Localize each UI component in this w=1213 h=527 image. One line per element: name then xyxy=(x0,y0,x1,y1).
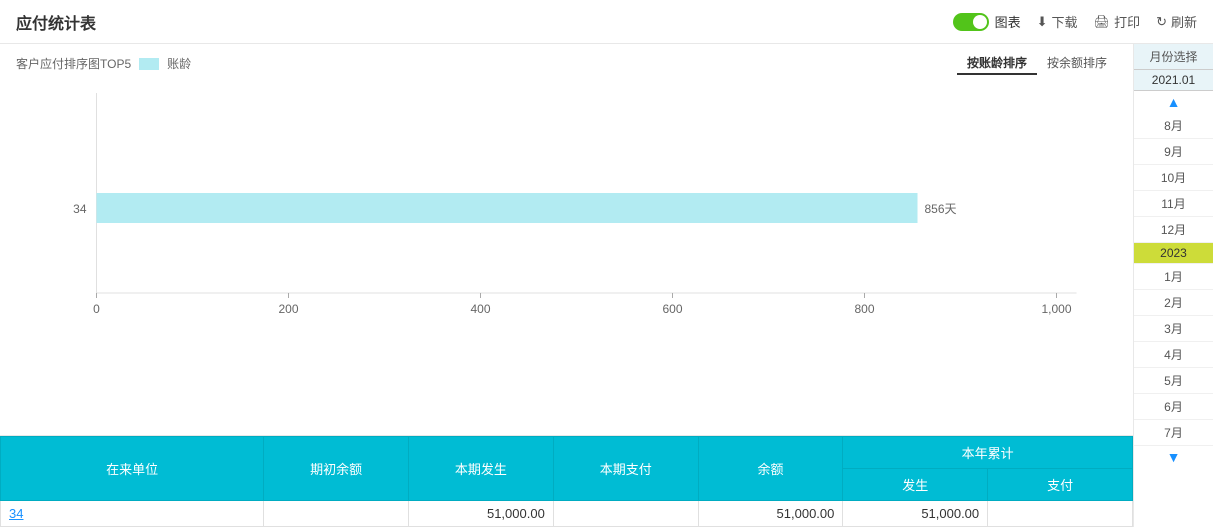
refresh-icon: ↻ xyxy=(1156,14,1167,30)
sidebar-month-3[interactable]: 3月 xyxy=(1134,316,1213,342)
refresh-label: 刷新 xyxy=(1171,12,1197,31)
col-current-occurrence: 本期发生 xyxy=(409,437,554,501)
chart-area: 0 200 400 600 800 1,000 34 856天 xyxy=(0,83,1133,435)
sort-buttons: 按账龄排序 按余额排序 xyxy=(957,52,1117,75)
sidebar-month-2[interactable]: 2月 xyxy=(1134,290,1213,316)
sidebar-month-8[interactable]: 8月 xyxy=(1134,113,1213,139)
svg-text:800: 800 xyxy=(854,302,874,316)
download-icon: ⬇ xyxy=(1037,14,1048,30)
chart-toggle-label: 图表 xyxy=(995,12,1021,31)
table-area: 在来单位 期初余额 本期发生 本期支付 余额 本年累计 发生 支付 xyxy=(0,435,1133,527)
sidebar-month-9[interactable]: 9月 xyxy=(1134,139,1213,165)
page-wrapper: 应付统计表 图表 ⬇ 下载 🖨 打印 ↻ 刷新 xyxy=(0,0,1213,527)
cell-unit[interactable]: 34 xyxy=(1,501,264,527)
print-icon: 🖨 xyxy=(1094,14,1111,30)
print-label: 打印 xyxy=(1114,12,1140,31)
sidebar-month-10[interactable]: 10月 xyxy=(1134,165,1213,191)
page-title: 应付统计表 xyxy=(16,10,96,34)
sort-by-amount-btn[interactable]: 按余额排序 xyxy=(1037,52,1117,75)
sidebar: 月份选择 2021.01 ▲ 8月 9月 10月 11月 12月 2023 1月… xyxy=(1133,44,1213,527)
cell-current-occurrence: 51,000.00 xyxy=(409,501,554,527)
chart-toggle-wrap: 图表 xyxy=(953,12,1021,31)
header: 应付统计表 图表 ⬇ 下载 🖨 打印 ↻ 刷新 xyxy=(0,0,1213,44)
svg-text:600: 600 xyxy=(662,302,682,316)
cell-balance: 51,000.00 xyxy=(698,501,843,527)
table-row: 34 51,000.00 51,000.00 51,000.00 xyxy=(1,501,1133,527)
col-ytd-occurrence: 发生 xyxy=(843,469,988,501)
table-header-row-1: 在来单位 期初余额 本期发生 本期支付 余额 本年累计 xyxy=(1,437,1133,469)
stats-table: 在来单位 期初余额 本期发生 本期支付 余额 本年累计 发生 支付 xyxy=(0,436,1133,527)
header-actions: 图表 ⬇ 下载 🖨 打印 ↻ 刷新 xyxy=(953,12,1197,31)
sidebar-month-1[interactable]: 1月 xyxy=(1134,264,1213,290)
sidebar-down-btn[interactable]: ▼ xyxy=(1134,446,1213,468)
download-label: 下载 xyxy=(1052,12,1078,31)
chart-legend: 客户应付排序图TOP5 账龄 xyxy=(16,55,191,72)
sidebar-header: 月份选择 xyxy=(1134,44,1213,70)
sidebar-month-5[interactable]: 5月 xyxy=(1134,368,1213,394)
sidebar-month-6[interactable]: 6月 xyxy=(1134,394,1213,420)
sidebar-year-label: 2023 xyxy=(1134,243,1213,264)
svg-text:34: 34 xyxy=(73,202,87,216)
legend-box-label: 账龄 xyxy=(167,55,191,72)
sidebar-month-4[interactable]: 4月 xyxy=(1134,342,1213,368)
sidebar-year-input[interactable]: 2021.01 xyxy=(1134,70,1213,91)
legend-box xyxy=(139,58,159,70)
col-ytd-payment: 支付 xyxy=(988,469,1133,501)
col-balance: 余额 xyxy=(698,437,843,501)
legend-text: 客户应付排序图TOP5 xyxy=(16,55,131,72)
main-area: 客户应付排序图TOP5 账龄 按账龄排序 按余额排序 xyxy=(0,44,1213,527)
sidebar-month-7[interactable]: 7月 xyxy=(1134,420,1213,446)
svg-text:200: 200 xyxy=(278,302,298,316)
chart-container: 客户应付排序图TOP5 账龄 按账龄排序 按余额排序 xyxy=(0,44,1133,527)
svg-text:1,000: 1,000 xyxy=(1041,302,1071,316)
col-ytd: 本年累计 xyxy=(843,437,1133,469)
sidebar-up-btn[interactable]: ▲ xyxy=(1134,91,1213,113)
chart-toggle[interactable] xyxy=(953,13,989,31)
cell-opening xyxy=(264,501,409,527)
sidebar-month-12[interactable]: 12月 xyxy=(1134,217,1213,243)
svg-text:0: 0 xyxy=(93,302,100,316)
sort-by-balance-btn[interactable]: 按账龄排序 xyxy=(957,52,1037,75)
svg-text:400: 400 xyxy=(470,302,490,316)
col-opening: 期初余额 xyxy=(264,437,409,501)
sidebar-month-11[interactable]: 11月 xyxy=(1134,191,1213,217)
cell-current-payment xyxy=(553,501,698,527)
bar-chart: 0 200 400 600 800 1,000 34 856天 xyxy=(16,83,1117,343)
refresh-button[interactable]: ↻ 刷新 xyxy=(1156,12,1197,31)
table-wrapper: 在来单位 期初余额 本期发生 本期支付 余额 本年累计 发生 支付 xyxy=(0,436,1133,527)
svg-text:856天: 856天 xyxy=(925,202,957,216)
bar-rect xyxy=(97,193,918,223)
cell-ytd-occurrence: 51,000.00 xyxy=(843,501,988,527)
download-button[interactable]: ⬇ 下载 xyxy=(1037,12,1078,31)
chart-header: 客户应付排序图TOP5 账龄 按账龄排序 按余额排序 xyxy=(0,44,1133,83)
print-button[interactable]: 🖨 打印 xyxy=(1094,12,1141,31)
col-unit: 在来单位 xyxy=(1,437,264,501)
col-current-payment: 本期支付 xyxy=(553,437,698,501)
cell-ytd-payment xyxy=(988,501,1133,527)
